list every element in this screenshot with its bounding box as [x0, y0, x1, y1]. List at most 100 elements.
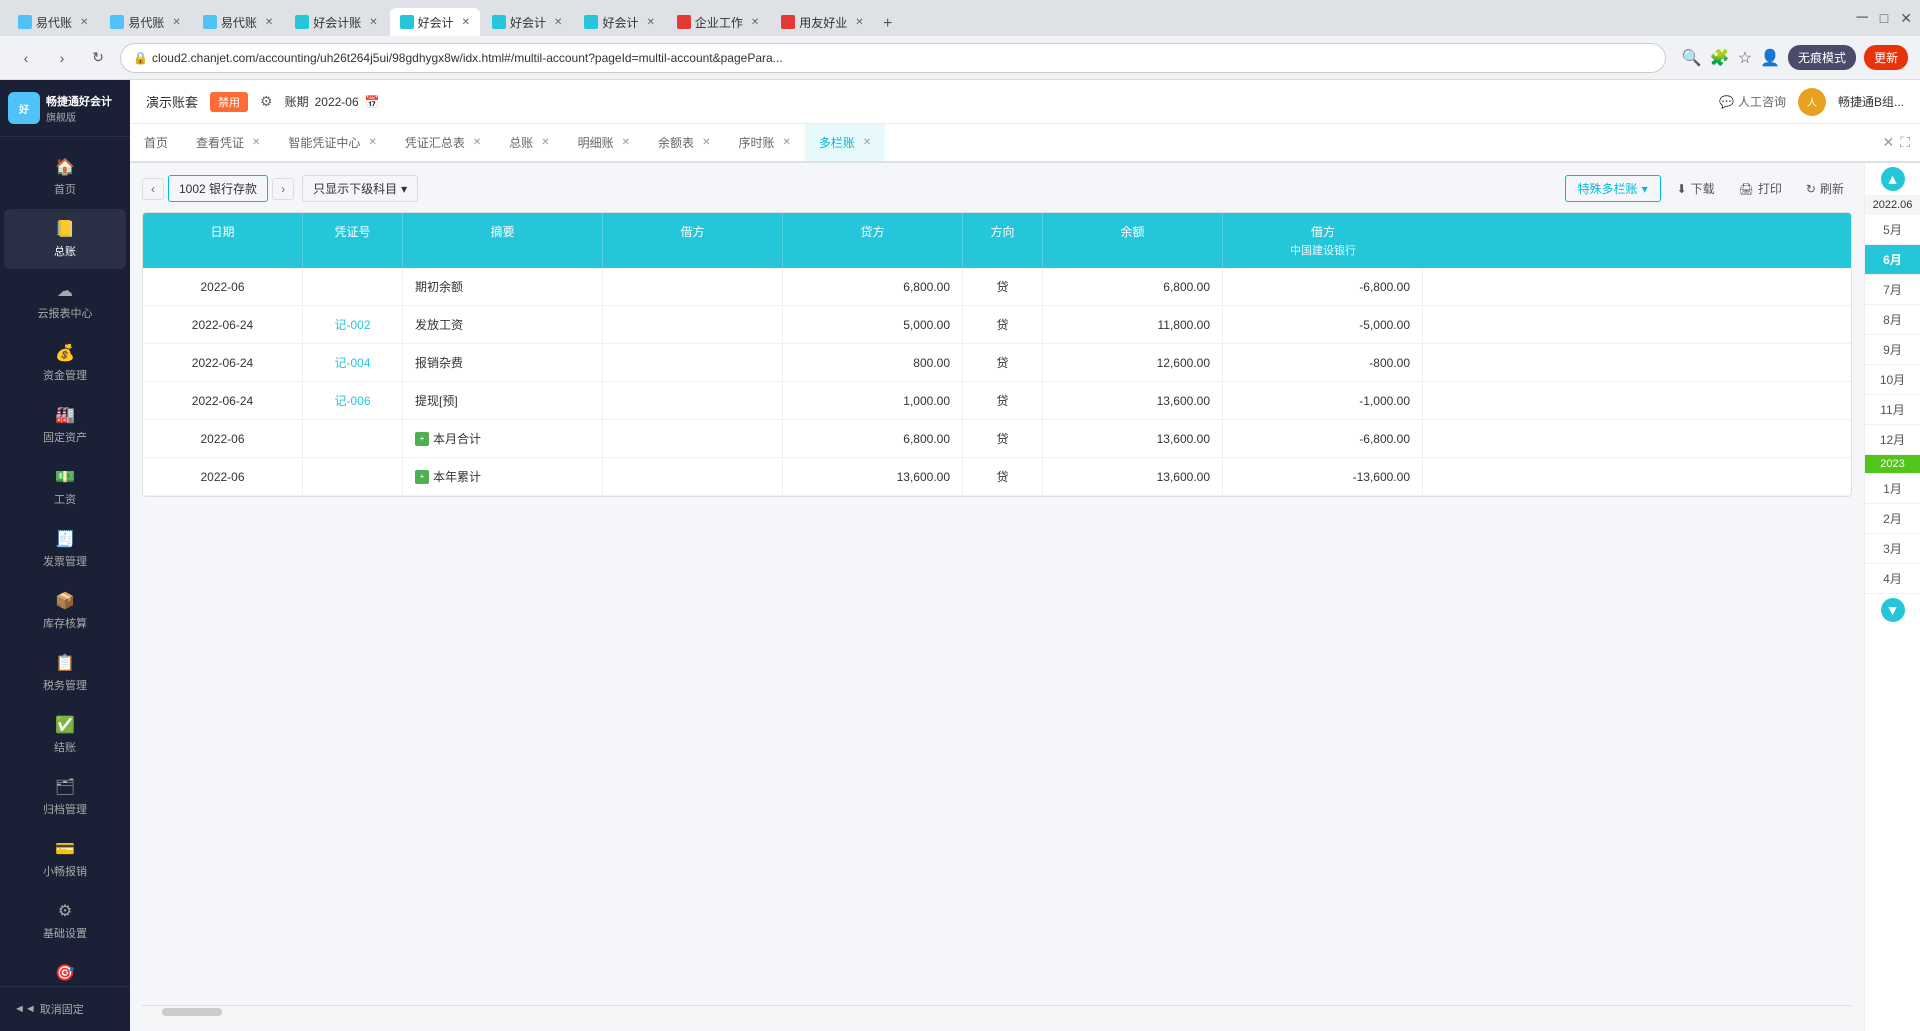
back-button[interactable]: ‹	[12, 44, 40, 72]
settings-gear-icon[interactable]: ⚙	[260, 93, 273, 110]
sidebar-item-salary[interactable]: 💵 工资	[4, 457, 126, 517]
td-voucher-1[interactable]: 记-002	[303, 306, 403, 343]
browser-tab-5[interactable]: 好会计 ✕	[390, 8, 480, 36]
maximize-btn[interactable]: □	[1880, 10, 1888, 26]
browser-tab-4[interactable]: 好会计账 ✕	[285, 8, 387, 36]
forward-button[interactable]: ›	[48, 44, 76, 72]
page-tab-voucher-summary[interactable]: 凭证汇总表 ✕	[391, 124, 495, 163]
tab-close-9[interactable]: ✕	[855, 17, 863, 28]
scrollbar-thumb[interactable]	[162, 1008, 222, 1016]
tab-close-4[interactable]: ✕	[369, 17, 377, 28]
refresh-page-button[interactable]: ↻	[84, 44, 112, 72]
browser-tab-2[interactable]: 易代账 ✕	[100, 8, 190, 36]
page-tab-multi-col[interactable]: 多栏账 ✕	[805, 124, 885, 163]
browser-tab-8[interactable]: 企业工作 ✕	[667, 8, 769, 36]
tab-close-voucher-summary[interactable]: ✕	[473, 137, 481, 148]
search-icon[interactable]: 🔍	[1682, 48, 1702, 68]
browser-tab-9[interactable]: 用友好业 ✕	[771, 8, 873, 36]
sidebar-item-invoice[interactable]: 🧾 发票管理	[4, 519, 126, 579]
browser-tab-1[interactable]: 易代账 ✕	[8, 8, 98, 36]
month-2022-08[interactable]: 8月	[1865, 305, 1920, 335]
td-summary-3: 提现[预]	[403, 382, 603, 419]
summary-icon-5: +	[415, 470, 429, 484]
month-2023-04[interactable]: 4月	[1865, 564, 1920, 594]
print-button[interactable]: 🖨 打印	[1731, 176, 1790, 201]
tab-close-1[interactable]: ✕	[80, 17, 88, 28]
profile-icon[interactable]: 👤	[1760, 48, 1780, 68]
expand-panel-icon[interactable]: ⛶	[1900, 134, 1910, 151]
page-tab-detail-ledger[interactable]: 明细账 ✕	[564, 124, 644, 163]
sidebar-item-guide[interactable]: 🎯 新手引导	[4, 953, 126, 986]
tab-close-5[interactable]: ✕	[462, 17, 470, 28]
td-voucher-2[interactable]: 记-004	[303, 344, 403, 381]
multi-col-button[interactable]: 特殊多栏账 ▾	[1565, 175, 1661, 202]
page-tab-view-voucher[interactable]: 查看凭证 ✕	[182, 124, 274, 163]
month-2022-07[interactable]: 7月	[1865, 275, 1920, 305]
td-debit-2	[603, 344, 783, 381]
tab-close-6[interactable]: ✕	[554, 17, 562, 28]
calendar-down-arrow[interactable]: ▼	[1881, 598, 1905, 622]
sidebar-item-archive[interactable]: 🗂 归档管理	[4, 767, 126, 827]
page-tab-general-ledger[interactable]: 总账 ✕	[495, 124, 563, 163]
month-2023-02[interactable]: 2月	[1865, 504, 1920, 534]
tab-close-detail[interactable]: ✕	[622, 137, 630, 148]
stealth-mode-button[interactable]: 无痕模式	[1788, 45, 1856, 70]
close-btn[interactable]: ✕	[1900, 10, 1912, 27]
tab-close-sequence[interactable]: ✕	[782, 137, 790, 148]
month-2022-06[interactable]: 6月	[1865, 245, 1920, 275]
next-account-button[interactable]: ›	[272, 178, 294, 200]
month-2023-03[interactable]: 3月	[1865, 534, 1920, 564]
update-button[interactable]: 更新	[1864, 45, 1908, 70]
page-tab-balance[interactable]: 余额表 ✕	[644, 124, 724, 163]
td-voucher-3[interactable]: 记-006	[303, 382, 403, 419]
tab-close-view-voucher[interactable]: ✕	[252, 137, 260, 148]
url-input[interactable]: 🔒 cloud2.chanjet.com/accounting/uh26t264…	[120, 43, 1666, 73]
calendar-up-arrow[interactable]: ▲	[1881, 167, 1905, 191]
month-2022-12[interactable]: 12月	[1865, 425, 1920, 455]
refresh-button[interactable]: ↻ 刷新	[1798, 176, 1852, 201]
tab-close-8[interactable]: ✕	[751, 17, 759, 28]
extension-icon[interactable]: 🧩	[1710, 48, 1730, 68]
collapse-panel-icon[interactable]: ✕	[1882, 134, 1894, 151]
browser-tab-3[interactable]: 易代账 ✕	[193, 8, 283, 36]
sidebar-item-fund[interactable]: 💰 资金管理	[4, 333, 126, 393]
tab-close-smart-voucher[interactable]: ✕	[368, 137, 376, 148]
filter-dropdown[interactable]: 只显示下级科目 ▾	[302, 175, 418, 202]
month-2022-09[interactable]: 9月	[1865, 335, 1920, 365]
month-2022-10[interactable]: 10月	[1865, 365, 1920, 395]
page-tab-sequence-ledger[interactable]: 序时账 ✕	[724, 124, 804, 163]
browser-tab-7[interactable]: 好会计 ✕	[574, 8, 664, 36]
sidebar-item-settings[interactable]: ⚙ 基础设置	[4, 891, 126, 951]
tab-multi-col-label: 多栏账	[819, 134, 855, 151]
tab-close-balance[interactable]: ✕	[702, 137, 710, 148]
th-extra-label: 借方	[1311, 223, 1335, 240]
month-2022-11[interactable]: 11月	[1865, 395, 1920, 425]
tab-close-multi-col[interactable]: ✕	[863, 137, 871, 148]
page-tab-home[interactable]: 首页	[130, 124, 182, 163]
sidebar-item-fixed-assets[interactable]: 🏭 固定资产	[4, 395, 126, 455]
unpin-button[interactable]: ◄◄ 取消固定	[8, 995, 122, 1023]
tab-close-2[interactable]: ✕	[172, 17, 180, 28]
bookmark-icon[interactable]: ☆	[1738, 48, 1752, 68]
minimize-btn[interactable]: ─	[1856, 9, 1867, 27]
download-button[interactable]: ⬇ 下载	[1669, 176, 1723, 201]
sidebar-item-tax[interactable]: 📋 税务管理	[4, 643, 126, 703]
browser-tab-6[interactable]: 好会计 ✕	[482, 8, 572, 36]
sidebar-item-inventory[interactable]: 📦 库存核算	[4, 581, 126, 641]
tab-close-7[interactable]: ✕	[646, 17, 654, 28]
sidebar-item-expense[interactable]: 💳 小畅报销	[4, 829, 126, 889]
month-2023-01[interactable]: 1月	[1865, 474, 1920, 504]
calendar-icon[interactable]: 📅	[365, 95, 380, 109]
sidebar-item-close-account[interactable]: ✅ 结账	[4, 705, 126, 765]
sidebar-item-cloud-report[interactable]: ☁ 云报表中心	[4, 271, 126, 331]
tab-close-general[interactable]: ✕	[541, 137, 549, 148]
sidebar-item-home[interactable]: 🏠 首页	[4, 147, 126, 207]
consult-button[interactable]: 💬 人工咨询	[1719, 93, 1786, 110]
new-tab-button[interactable]: +	[876, 12, 900, 36]
sidebar-item-ledger[interactable]: 📒 总账	[4, 209, 126, 269]
horizontal-scrollbar[interactable]	[142, 1005, 1852, 1019]
month-2022-05[interactable]: 5月	[1865, 215, 1920, 245]
prev-account-button[interactable]: ‹	[142, 178, 164, 200]
tab-close-3[interactable]: ✕	[265, 17, 273, 28]
page-tab-smart-voucher[interactable]: 智能凭证中心 ✕	[274, 124, 390, 163]
